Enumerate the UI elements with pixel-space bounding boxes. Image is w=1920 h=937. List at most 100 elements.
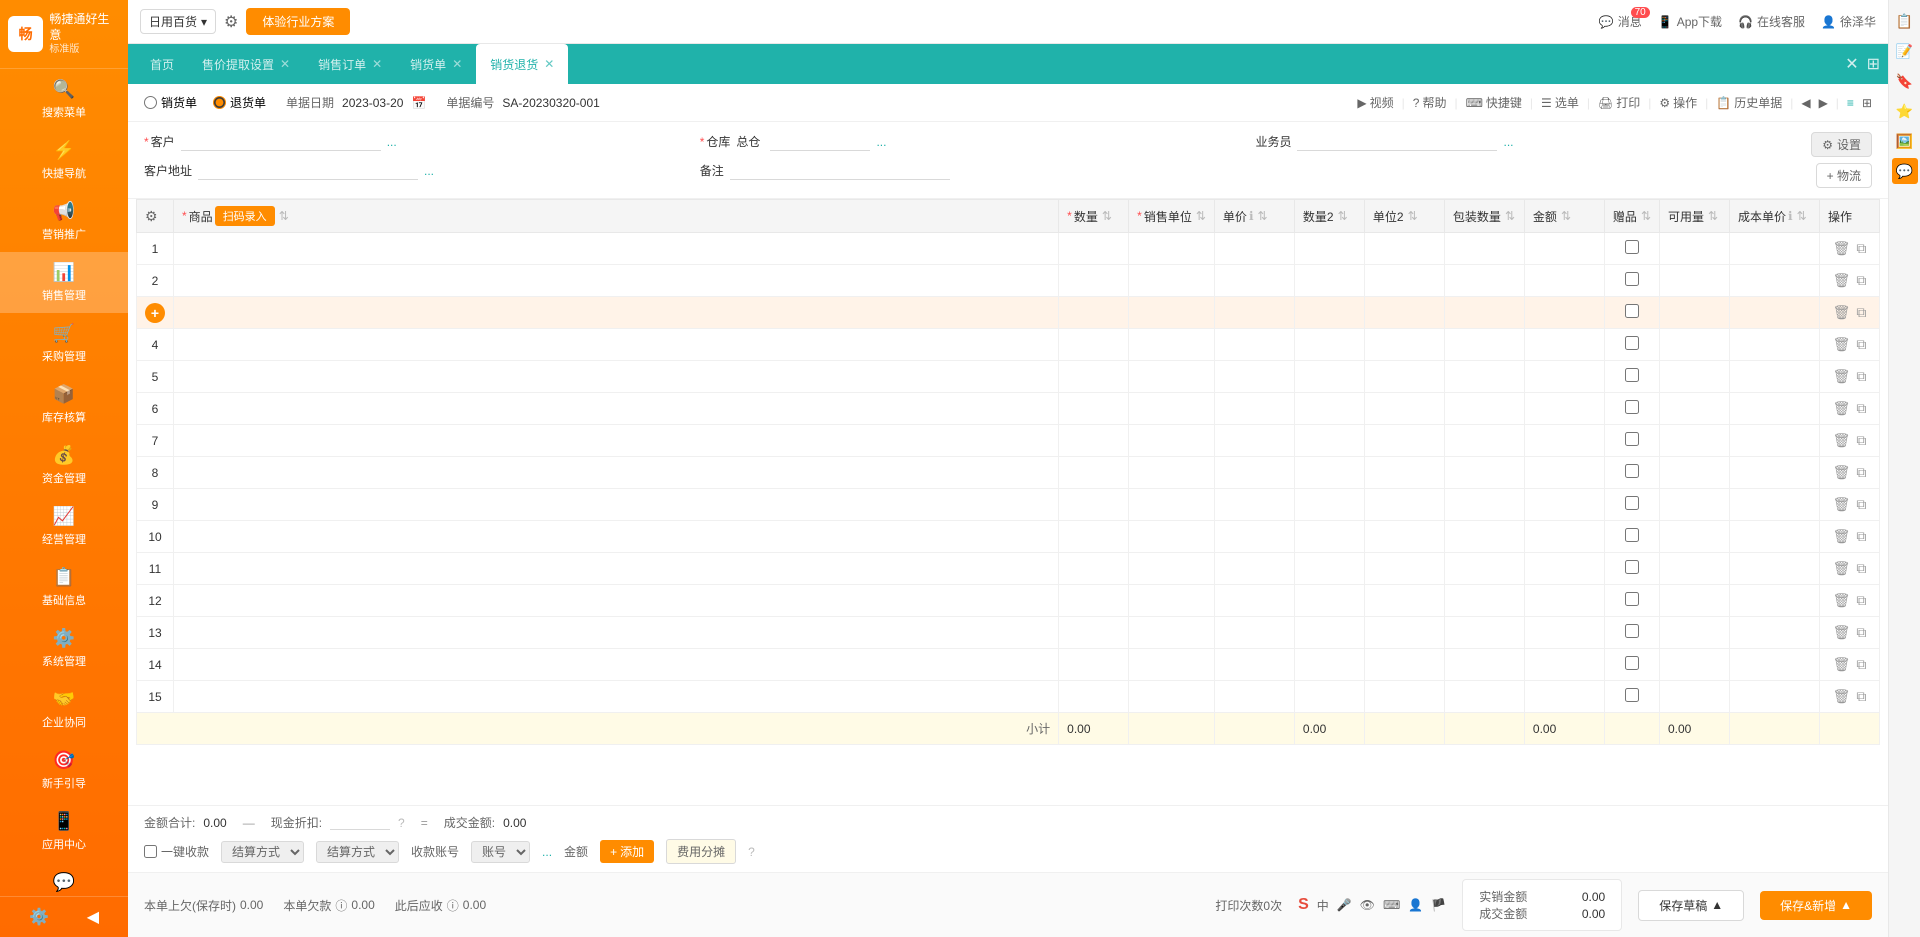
radio-return-input[interactable] bbox=[213, 96, 226, 109]
gift-cell-1[interactable] bbox=[1604, 233, 1659, 265]
pack-cell-10[interactable] bbox=[1444, 521, 1524, 553]
sidebar-item-marketing[interactable]: 📢营销推广 bbox=[0, 191, 128, 252]
nav-prev-icon[interactable]: ◀ bbox=[1801, 96, 1810, 110]
sort-product-icon[interactable]: ⇅ bbox=[279, 209, 289, 223]
cost-cell-3[interactable] bbox=[1730, 297, 1820, 329]
cost-info-icon[interactable]: ℹ bbox=[1788, 209, 1793, 223]
customer-select-icon[interactable]: ... bbox=[387, 135, 397, 149]
product-cell-15[interactable] bbox=[174, 681, 1059, 713]
qty2-cell-4[interactable] bbox=[1294, 329, 1364, 361]
product-cell-11[interactable] bbox=[174, 553, 1059, 585]
pack-cell-15[interactable] bbox=[1444, 681, 1524, 713]
cash-discount-input[interactable] bbox=[330, 815, 390, 830]
qty-cell-1[interactable] bbox=[1059, 233, 1129, 265]
sort-unit2-icon[interactable]: ⇅ bbox=[1408, 209, 1418, 223]
pack-cell-11[interactable] bbox=[1444, 553, 1524, 585]
copy-row-11-icon[interactable]: ⧉ bbox=[1856, 560, 1866, 577]
gift-cell-12[interactable] bbox=[1604, 585, 1659, 617]
industry-select[interactable]: 日用百货 ▾ bbox=[140, 9, 216, 34]
right-panel-btn-4[interactable]: 🖼️ bbox=[1892, 128, 1918, 154]
sort-qty-icon[interactable]: ⇅ bbox=[1102, 209, 1112, 223]
gift-cell-6[interactable] bbox=[1604, 393, 1659, 425]
sidebar-item-inventory[interactable]: 📦库存核算 bbox=[0, 374, 128, 435]
fee-help-icon[interactable]: ? bbox=[748, 845, 755, 859]
delete-row-10-icon[interactable]: 🗑 bbox=[1833, 528, 1851, 545]
radio-return[interactable]: 退货单 bbox=[213, 94, 266, 111]
sidebar-settings-icon[interactable]: ⚙️ bbox=[29, 907, 49, 927]
avail-cell-3[interactable] bbox=[1660, 297, 1730, 329]
delete-row-11-icon[interactable]: 🗑 bbox=[1833, 560, 1851, 577]
unit-cell-5[interactable] bbox=[1129, 361, 1215, 393]
product-cell-10[interactable] bbox=[174, 521, 1059, 553]
qty2-cell-8[interactable] bbox=[1294, 457, 1364, 489]
price-cell-5[interactable] bbox=[1214, 361, 1294, 393]
product-cell-14[interactable] bbox=[174, 649, 1059, 681]
radio-sale[interactable]: 销货单 bbox=[144, 94, 197, 111]
unit-cell-2[interactable] bbox=[1129, 265, 1215, 297]
address-input[interactable] bbox=[198, 161, 418, 180]
pack-cell-1[interactable] bbox=[1444, 233, 1524, 265]
product-cell-8[interactable] bbox=[174, 457, 1059, 489]
amount-cell-11[interactable] bbox=[1524, 553, 1604, 585]
tab-close-sales-order[interactable]: ✕ bbox=[372, 57, 382, 71]
product-cell-5[interactable] bbox=[174, 361, 1059, 393]
sidebar-item-finance[interactable]: 💰资金管理 bbox=[0, 435, 128, 496]
pack-cell-3[interactable] bbox=[1444, 297, 1524, 329]
qty2-cell-12[interactable] bbox=[1294, 585, 1364, 617]
copy-row-12-icon[interactable]: ⧉ bbox=[1856, 592, 1866, 609]
pack-cell-9[interactable] bbox=[1444, 489, 1524, 521]
address-select-icon[interactable]: ... bbox=[424, 164, 434, 178]
cost-cell-7[interactable] bbox=[1730, 425, 1820, 457]
qty-cell-6[interactable] bbox=[1059, 393, 1129, 425]
price-cell-14[interactable] bbox=[1214, 649, 1294, 681]
view-grid-icon[interactable]: ⊞ bbox=[1862, 96, 1872, 110]
unit2-cell-11[interactable] bbox=[1364, 553, 1444, 585]
delete-row-2-icon[interactable]: 🗑 bbox=[1833, 272, 1851, 289]
discount-help-icon[interactable]: ? bbox=[398, 816, 405, 830]
delete-row-9-icon[interactable]: 🗑 bbox=[1833, 496, 1851, 513]
account-dots-icon[interactable]: ... bbox=[542, 845, 552, 859]
pack-cell-2[interactable] bbox=[1444, 265, 1524, 297]
delete-row-13-icon[interactable]: 🗑 bbox=[1833, 624, 1851, 641]
unit2-cell-10[interactable] bbox=[1364, 521, 1444, 553]
amount-cell-12[interactable] bbox=[1524, 585, 1604, 617]
qty2-cell-9[interactable] bbox=[1294, 489, 1364, 521]
unit2-cell-6[interactable] bbox=[1364, 393, 1444, 425]
tab-sales-return[interactable]: 销货退货✕ bbox=[476, 44, 568, 84]
gift-cell-2[interactable] bbox=[1604, 265, 1659, 297]
copy-row-1-icon[interactable]: ⧉ bbox=[1856, 240, 1866, 257]
gift-cell-8[interactable] bbox=[1604, 457, 1659, 489]
amount-cell-3[interactable] bbox=[1524, 297, 1604, 329]
gift-check-14[interactable] bbox=[1625, 656, 1639, 670]
copy-row-2-icon[interactable]: ⧉ bbox=[1856, 272, 1866, 289]
customer-input[interactable] bbox=[181, 132, 381, 151]
tab-close-sales-return[interactable]: ✕ bbox=[544, 57, 554, 71]
logistics-button[interactable]: + 物流 bbox=[1816, 163, 1872, 188]
message-button[interactable]: 💬 消息 70 bbox=[1599, 13, 1642, 30]
sidebar-item-system[interactable]: ⚙️系统管理 bbox=[0, 618, 128, 679]
gift-check-1[interactable] bbox=[1625, 240, 1639, 254]
th-gear[interactable]: ⚙ bbox=[137, 200, 174, 233]
sidebar-item-purchase[interactable]: 🛒采购管理 bbox=[0, 313, 128, 374]
copy-row-5-icon[interactable]: ⧉ bbox=[1856, 368, 1866, 385]
sidebar-item-wechat[interactable]: 💬企业微信 bbox=[0, 862, 128, 896]
fee-split-button[interactable]: 费用分摊 bbox=[666, 839, 736, 864]
shortcut-button[interactable]: ⌨ 快捷键 bbox=[1466, 94, 1522, 111]
avail-cell-15[interactable] bbox=[1660, 681, 1730, 713]
cost-cell-13[interactable] bbox=[1730, 617, 1820, 649]
add-button[interactable]: + 添加 bbox=[600, 840, 654, 863]
sidebar-item-apps[interactable]: 📱应用中心 bbox=[0, 801, 128, 862]
unit-cell-3[interactable] bbox=[1129, 297, 1215, 329]
gift-check-3[interactable] bbox=[1613, 304, 1651, 318]
qty-cell-13[interactable] bbox=[1059, 617, 1129, 649]
delete-row-12-icon[interactable]: 🗑 bbox=[1833, 592, 1851, 609]
price-cell-4[interactable] bbox=[1214, 329, 1294, 361]
price-cell-7[interactable] bbox=[1214, 425, 1294, 457]
unit2-cell-13[interactable] bbox=[1364, 617, 1444, 649]
amount-cell-6[interactable] bbox=[1524, 393, 1604, 425]
gift-check-9[interactable] bbox=[1625, 496, 1639, 510]
price-cell-6[interactable] bbox=[1214, 393, 1294, 425]
add-row-button[interactable]: + bbox=[145, 303, 165, 323]
product-cell-13[interactable] bbox=[174, 617, 1059, 649]
cost-cell-2[interactable] bbox=[1730, 265, 1820, 297]
